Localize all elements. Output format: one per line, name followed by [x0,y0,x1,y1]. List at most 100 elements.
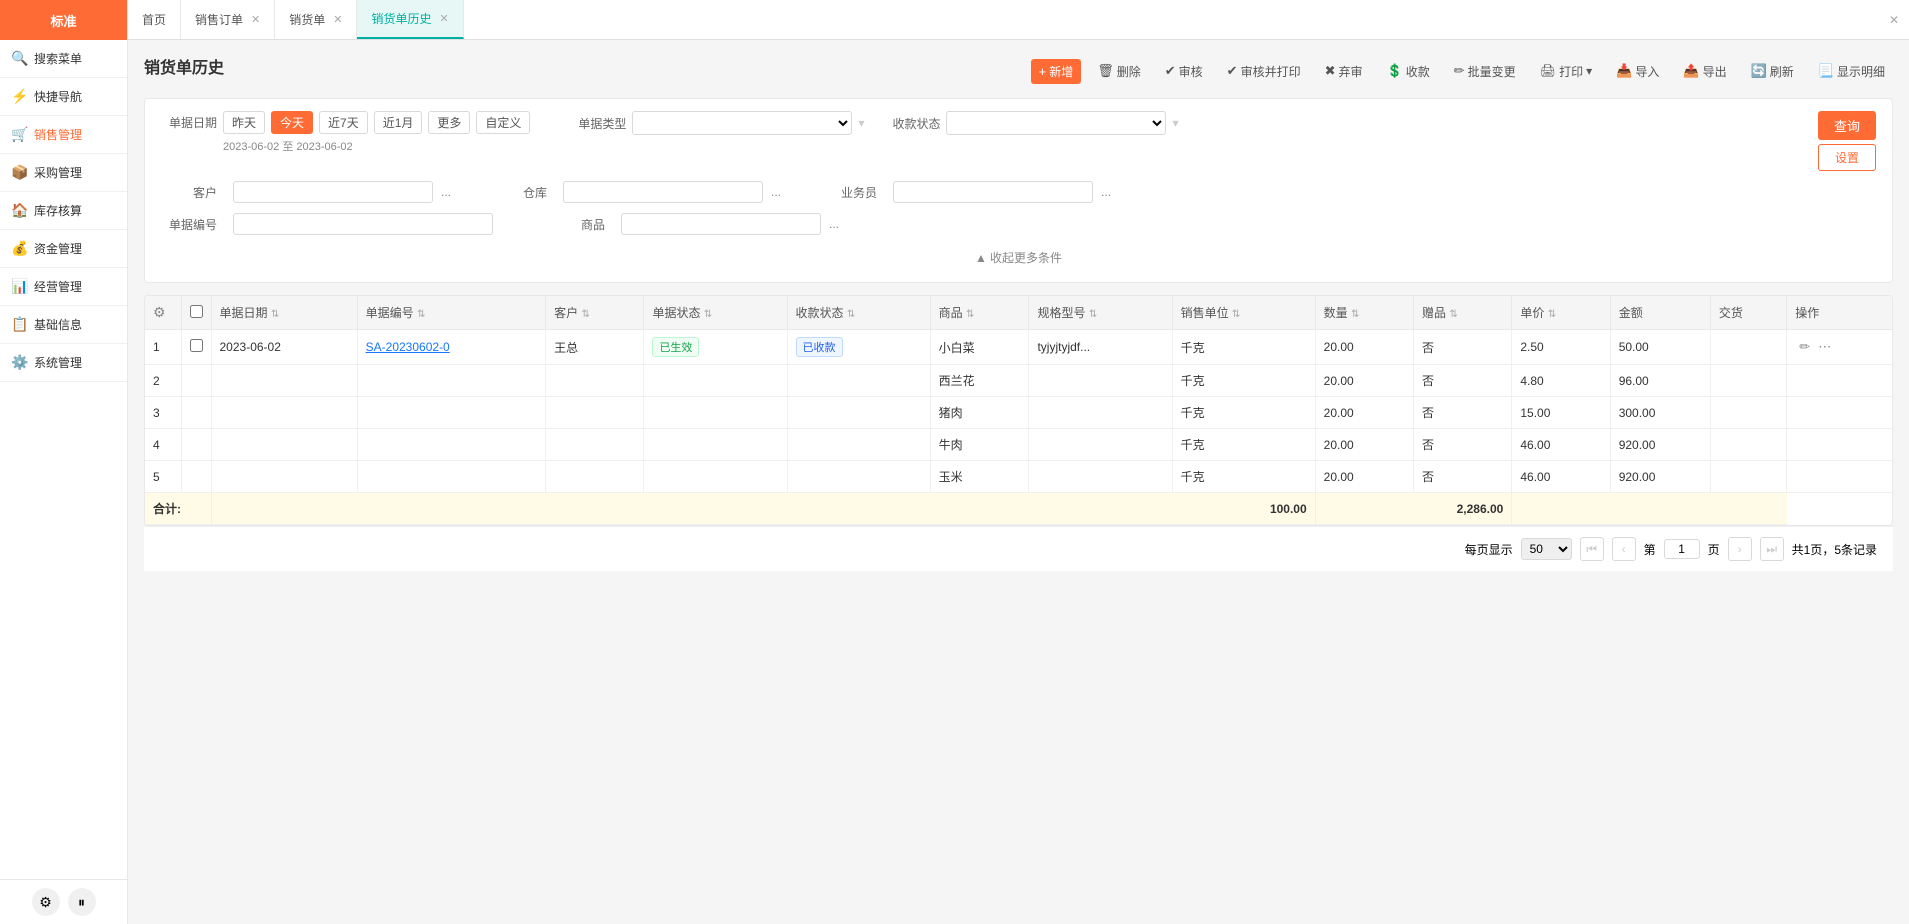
print-button[interactable]: 🖨 打印 ▾ [1532,59,1601,84]
col-checkbox[interactable] [181,296,211,330]
sort-pay-status-icon[interactable]: ⇅ [847,309,855,320]
doc-type-select[interactable] [632,111,852,135]
sidebar-item-quick-nav[interactable]: ⚡ 快捷导航 [0,78,127,116]
export-icon: 📤 [1683,63,1699,79]
sidebar-item-base-info[interactable]: 📋 基础信息 [0,306,127,344]
col-settings[interactable]: ⚙ [145,296,181,330]
sidebar-item-inventory[interactable]: 🏠 库存核算 [0,192,127,230]
date-btn-1month[interactable]: 近1月 [374,111,423,134]
sort-doc-no-icon[interactable]: ⇅ [417,309,425,320]
sort-customer-icon[interactable]: ⇅ [581,309,589,320]
sidebar-item-search-menu[interactable]: 🔍 搜索菜单 [0,40,127,78]
show-detail-button[interactable]: 📃 显示明细 [1810,59,1893,84]
doc-no-input[interactable] [233,213,493,235]
abandon-button[interactable]: ✖ 弃审 [1317,59,1371,84]
tab-home[interactable]: 首页 [128,0,181,39]
first-page-btn[interactable]: ⏮ [1580,537,1604,561]
col-doc-no-label: 单据编号 [366,306,414,320]
row-more-btn[interactable]: ⋯ [1814,337,1835,357]
row-cb-1[interactable] [181,365,211,397]
sidebar-item-finance[interactable]: 💰 资金管理 [0,230,127,268]
row-cb-3[interactable] [181,429,211,461]
delete-button[interactable]: 🗑 删除 [1089,59,1149,84]
sidebar-settings-btn[interactable]: ⚙ [32,888,60,916]
prev-page-btn[interactable]: ‹ [1612,537,1636,561]
collapse-btn[interactable]: ▲ 收起更多条件 [161,245,1876,270]
row-cb-4[interactable] [181,461,211,493]
tab-sales-goods-close[interactable]: ✕ [333,13,342,26]
customer-input[interactable] [233,181,433,203]
date-btn-custom[interactable]: 自定义 [476,111,530,134]
sidebar-item-sys-mgmt[interactable]: ⚙️ 系统管理 [0,344,127,382]
goods-input[interactable] [621,213,821,235]
last-page-btn[interactable]: ⏭ [1760,537,1784,561]
tab-sales-history[interactable]: 销货单历史 ✕ [357,0,463,39]
doc-no-label: 单据编号 [161,216,217,233]
sort-qty-icon[interactable]: ⇅ [1351,309,1359,320]
tab-sales-history-label: 销货单历史 [371,10,431,27]
query-button[interactable]: 查询 [1818,111,1876,140]
sort-doc-date-icon[interactable]: ⇅ [271,309,279,320]
warehouse-more-btn[interactable]: ... [767,183,785,201]
row-edit-btn[interactable]: ✏ [1795,337,1814,357]
date-btn-more[interactable]: 更多 [428,111,470,134]
page-number-input[interactable] [1664,539,1700,559]
set-button[interactable]: 设置 [1818,144,1876,171]
row-action-2[interactable] [1787,397,1892,429]
row-action-3[interactable] [1787,429,1892,461]
toolbar: + 新增 🗑 删除 ✔ 审核 ✔ 审核并打印 ✖ 弃审 [1031,59,1893,84]
sort-spec-icon[interactable]: ⇅ [1089,309,1097,320]
audit-button[interactable]: ✔ 审核 [1157,59,1211,84]
warehouse-input[interactable] [563,181,763,203]
table-settings-icon[interactable]: ⚙ [153,304,166,320]
row-cb-2[interactable] [181,397,211,429]
sort-gift-icon[interactable]: ⇅ [1449,309,1457,320]
sort-price-icon[interactable]: ⇅ [1548,309,1556,320]
tab-sales-history-close[interactable]: ✕ [440,12,449,25]
import-button[interactable]: 📥 导入 [1608,59,1667,84]
row-docno-1[interactable] [357,365,545,397]
sidebar-item-purchase-mgmt[interactable]: 📦 采购管理 [0,154,127,192]
date-btn-yesterday[interactable]: 昨天 [223,111,265,134]
tab-sales-order[interactable]: 销售订单 ✕ [181,0,275,39]
tab-sales-goods[interactable]: 销货单 ✕ [275,0,357,39]
sidebar-item-sales-mgmt[interactable]: 🛒 销售管理 [0,116,127,154]
sort-goods-icon[interactable]: ⇅ [966,309,974,320]
row-action-1[interactable] [1787,365,1892,397]
salesperson-input[interactable] [893,181,1093,203]
row-docno-2[interactable] [357,397,545,429]
sidebar-item-ops-mgmt[interactable]: 📊 经营管理 [0,268,127,306]
row-cb-0[interactable] [181,330,211,365]
row-paystatus-2 [787,397,930,429]
next-page-btn[interactable]: › [1728,537,1752,561]
sidebar-collapse-btn[interactable]: ⏸ [68,888,96,916]
date-btn-today[interactable]: 今天 [271,111,313,134]
per-page-select[interactable]: 50 100 200 [1521,538,1572,560]
sidebar-logo: 标准 [0,0,127,40]
row-action-0[interactable]: ✏⋯ [1787,330,1892,365]
home-icon: 🏠 [12,203,28,219]
batch-change-button[interactable]: ✏ 批量变更 [1446,59,1524,84]
goods-more-btn[interactable]: ... [825,215,843,233]
tabs-close-all[interactable]: ✕ [1879,0,1909,39]
sort-doc-status-icon[interactable]: ⇅ [704,309,712,320]
row-docno-3[interactable] [357,429,545,461]
salesperson-more-btn[interactable]: ... [1097,183,1115,201]
sidebar-item-label: 库存核算 [34,202,82,219]
add-button[interactable]: + 新增 [1031,59,1082,84]
date-btn-7days[interactable]: 近7天 [319,111,368,134]
tab-sales-order-close[interactable]: ✕ [251,13,260,26]
row-docno-0[interactable]: SA-20230602-0 [357,330,545,365]
select-all-checkbox[interactable] [190,305,203,318]
export-button[interactable]: 📤 导出 [1675,59,1734,84]
row-action-4[interactable] [1787,461,1892,493]
row-docno-4[interactable] [357,461,545,493]
payment-status-select[interactable] [946,111,1166,135]
row-goods-2: 猪肉 [930,397,1029,429]
collect-button[interactable]: 💲 收款 [1379,59,1438,84]
customer-more-btn[interactable]: ... [437,183,455,201]
row-date-0: 2023-06-02 [211,330,357,365]
audit-print-button[interactable]: ✔ 审核并打印 [1219,59,1309,84]
refresh-button[interactable]: 🔄 刷新 [1743,59,1802,84]
sort-unit-icon[interactable]: ⇅ [1232,309,1240,320]
